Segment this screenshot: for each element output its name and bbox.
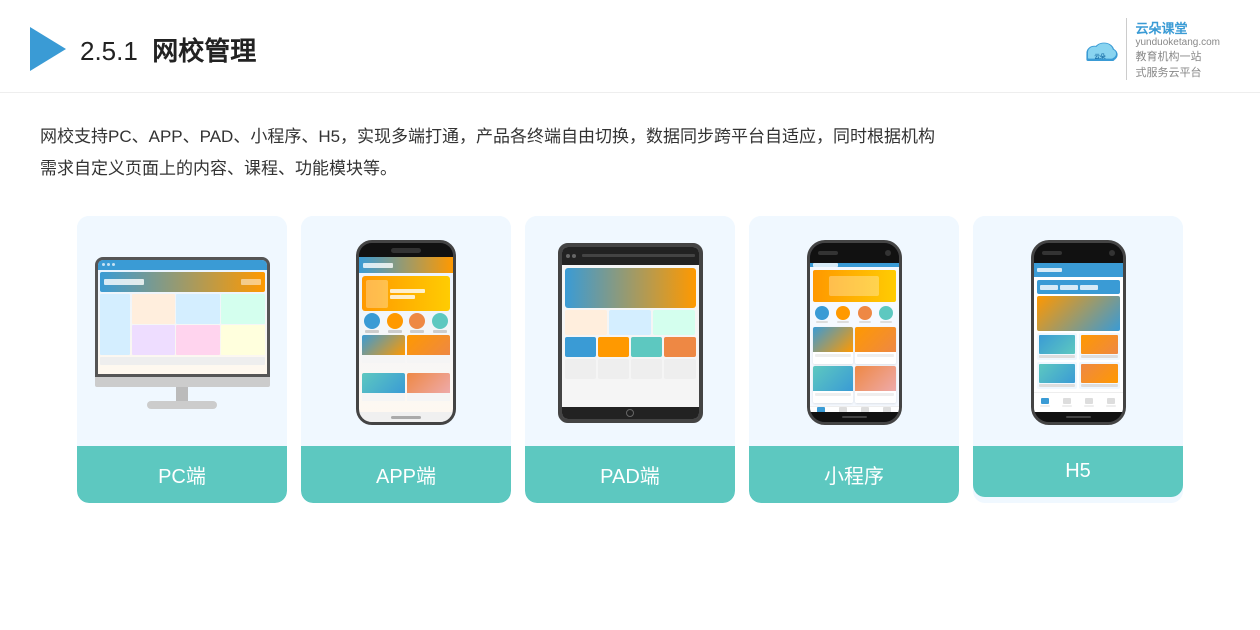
- pc-mockup: [95, 257, 270, 409]
- section-number: 2.5.1: [80, 36, 138, 66]
- card-pad: PAD端: [525, 216, 735, 503]
- cloud-icon: 云朵: [1080, 29, 1120, 69]
- card-pad-image: [525, 216, 735, 446]
- brand-name: 云朵课堂: [1135, 18, 1220, 37]
- card-pc-label: PC端: [77, 446, 287, 503]
- card-miniprogram-image: [749, 216, 959, 446]
- brand-text: 云朵课堂 yunduoketang.com 教育机构一站 式服务云平台: [1126, 18, 1220, 80]
- brand-tagline: 教育机构一站 式服务云平台: [1135, 48, 1220, 80]
- brand-logo: 云朵 云朵课堂 yunduoketang.com 教育机构一站 式服务云平台: [1080, 18, 1220, 80]
- miniprogram-phone-mockup: [807, 240, 902, 425]
- logo-triangle-icon: [30, 27, 66, 71]
- card-pc-image: [77, 216, 287, 446]
- card-app: APP端: [301, 216, 511, 503]
- page-title: 2.5.1 网校管理: [80, 31, 256, 68]
- pad-tablet-mockup: [558, 243, 703, 423]
- description-line1: 网校支持PC、APP、PAD、小程序、H5，实现多端打通，产品各终端自由切换，数…: [40, 127, 935, 146]
- card-h5: H5: [973, 216, 1183, 503]
- header: 2.5.1 网校管理 云朵 云朵课堂 yunduoketang.com: [0, 0, 1260, 93]
- description-block: 网校支持PC、APP、PAD、小程序、H5，实现多端打通，产品各终端自由切换，数…: [0, 93, 1260, 196]
- card-app-label: APP端: [301, 446, 511, 503]
- brand-area: 云朵 云朵课堂 yunduoketang.com 教育机构一站 式服务云平台: [1080, 18, 1220, 80]
- card-h5-image: [973, 216, 1183, 446]
- card-pad-label: PAD端: [525, 446, 735, 503]
- card-app-image: [301, 216, 511, 446]
- card-miniprogram: 小程序: [749, 216, 959, 503]
- header-left: 2.5.1 网校管理: [30, 27, 256, 71]
- brand-url: yunduoketang.com: [1135, 37, 1220, 48]
- description-line2: 需求自定义页面上的内容、课程、功能模块等。: [40, 159, 397, 178]
- card-miniprogram-label: 小程序: [749, 446, 959, 503]
- title-bold: 网校管理: [152, 36, 256, 66]
- card-h5-label: H5: [973, 446, 1183, 497]
- cards-section: PC端: [0, 196, 1260, 523]
- app-phone-mockup: [356, 240, 456, 425]
- card-pc: PC端: [77, 216, 287, 503]
- h5-phone-mockup: [1031, 240, 1126, 425]
